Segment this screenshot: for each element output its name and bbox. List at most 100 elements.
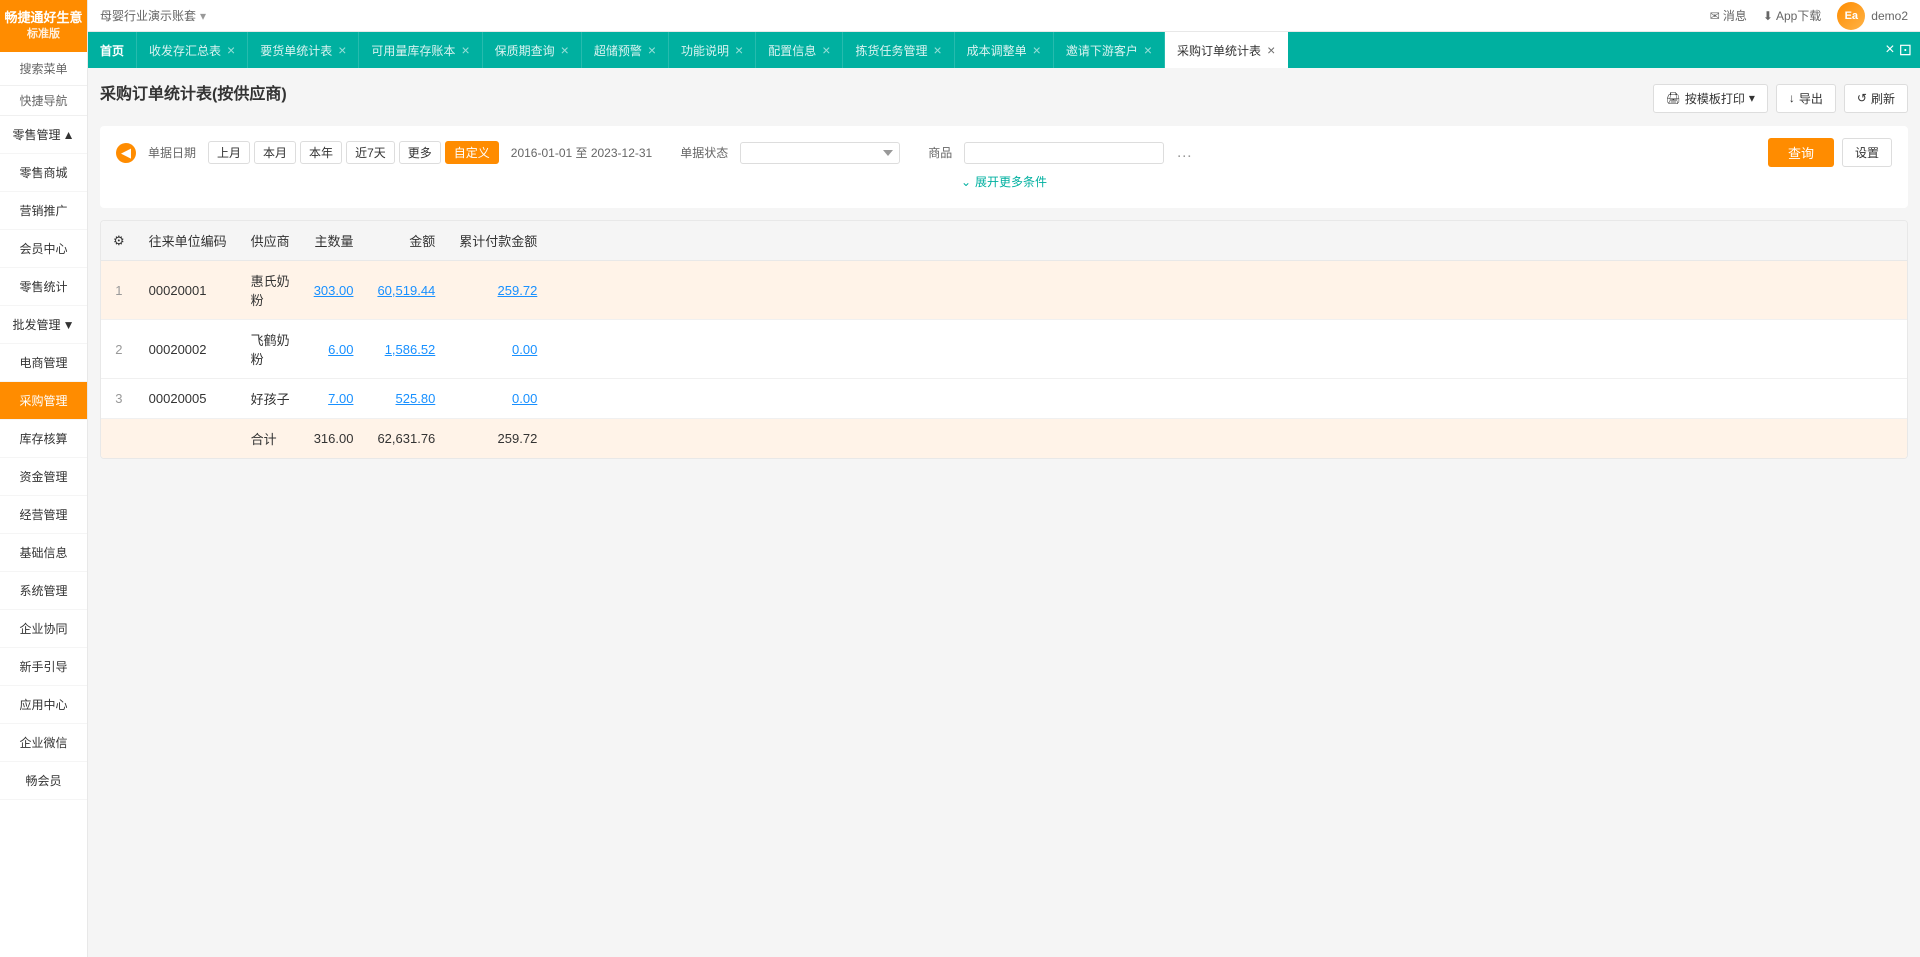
row-code: 00020002 [137, 320, 239, 379]
tab-pick-task[interactable]: 拣货任务管理 × [843, 32, 954, 68]
row-supplier: 惠氏奶粉 [239, 261, 302, 320]
col-supplier-header: 供应商 [239, 221, 302, 261]
top-bar-right: ✉ 消息 ⬇ App下载 Ea demo2 [1710, 2, 1908, 30]
main-area: 母婴行业演示账套 ▾ ✉ 消息 ⬇ App下载 Ea demo2 首页 收发存汇… [88, 0, 1920, 957]
tab-close-overstock[interactable]: × [648, 42, 656, 58]
tab-close-invite[interactable]: × [1144, 42, 1152, 58]
user-profile[interactable]: Ea demo2 [1837, 2, 1908, 30]
footer-empty2 [137, 419, 239, 459]
goods-more-btn[interactable]: … [1176, 144, 1192, 162]
refresh-button[interactable]: ↺ 刷新 [1844, 84, 1908, 113]
tab-invite-downstream[interactable]: 邀请下游客户 × [1054, 32, 1165, 68]
status-select[interactable] [740, 142, 900, 164]
date-btn-this-month[interactable]: 本月 [254, 141, 296, 164]
sidebar-item-collab[interactable]: 企业协同 [0, 610, 87, 648]
sidebar-item-quick-nav[interactable]: 快捷导航 [0, 86, 87, 116]
tab-config[interactable]: 配置信息 × [756, 32, 843, 68]
sidebar-item-guide[interactable]: 新手引导 [0, 648, 87, 686]
tab-purchase-order-stats[interactable]: 采购订单统计表 × [1165, 32, 1288, 68]
row-qty[interactable]: 7.00 [302, 379, 366, 419]
row-paid[interactable]: 0.00 [447, 379, 549, 419]
sidebar-item-app[interactable]: 应用中心 [0, 686, 87, 724]
tab-close-collection[interactable]: × [227, 42, 235, 58]
row-amount[interactable]: 1,586.52 [365, 320, 447, 379]
row-qty[interactable]: 303.00 [302, 261, 366, 320]
row-qty[interactable]: 6.00 [302, 320, 366, 379]
app-download-btn[interactable]: ⬇ App下载 [1763, 7, 1821, 24]
row-num: 3 [101, 379, 137, 419]
row-paid[interactable]: 0.00 [447, 320, 549, 379]
download-icon: ⬇ [1763, 9, 1773, 23]
table-footer-row: 合计 316.00 62,631.76 259.72 [101, 419, 1907, 459]
sidebar-item-member[interactable]: 会员中心 [0, 230, 87, 268]
tab-close-all-btn[interactable]: × [1885, 41, 1894, 59]
table-settings-icon[interactable]: ⚙ [113, 233, 125, 248]
app-name: 畅捷通好生意 [4, 10, 82, 27]
tab-close-quality[interactable]: × [561, 42, 569, 58]
sidebar-item-finance[interactable]: 资金管理 [0, 458, 87, 496]
sidebar-item-retail[interactable]: 零售管理 ▲ [0, 116, 87, 154]
date-btn-more[interactable]: 更多 [399, 141, 441, 164]
row-extra [549, 261, 1907, 320]
sidebar-item-operation[interactable]: 经营管理 [0, 496, 87, 534]
sidebar-item-inventory[interactable]: 库存核算 [0, 420, 87, 458]
sidebar-item-vip[interactable]: 畅会员 [0, 762, 87, 800]
date-btn-custom[interactable]: 自定义 [445, 141, 499, 164]
date-quick-btns: 上月 本月 本年 近7天 更多 自定义 [208, 141, 499, 164]
workspace-selector[interactable]: 母婴行业演示账套 ▾ [100, 7, 206, 24]
sidebar-item-search[interactable]: 搜索菜单 [0, 52, 87, 86]
col-qty-header: 主数量 [302, 221, 366, 261]
sidebar-item-ecommerce[interactable]: 电商管理 [0, 344, 87, 382]
sidebar-item-basic[interactable]: 基础信息 [0, 534, 87, 572]
date-btn-7days[interactable]: 近7天 [346, 141, 395, 164]
sidebar-item-wholesale[interactable]: 批发管理 ▼ [0, 306, 87, 344]
tab-cost-adjust[interactable]: 成本调整单 × [955, 32, 1054, 68]
status-filter-label: 单据状态 [680, 144, 728, 161]
message-btn[interactable]: ✉ 消息 [1710, 7, 1747, 24]
table-header-row: ⚙ 往来单位编码 供应商 主数量 金额 [101, 221, 1907, 261]
tab-close-config[interactable]: × [822, 42, 830, 58]
query-button[interactable]: 查询 [1768, 138, 1834, 167]
sidebar-item-retail-stats[interactable]: 零售统计 [0, 268, 87, 306]
settings-button[interactable]: 设置 [1842, 138, 1892, 167]
tab-close-pick[interactable]: × [933, 42, 941, 58]
sidebar-item-purchase[interactable]: 采购管理 [0, 382, 87, 420]
tab-collection-summary[interactable]: 收发存汇总表 × [137, 32, 248, 68]
sidebar-item-system[interactable]: 系统管理 [0, 572, 87, 610]
export-button[interactable]: ↓ 导出 [1776, 84, 1836, 113]
col-amount-header: 金额 [365, 221, 447, 261]
template-print-button[interactable]: 🖨 按模板打印 ▾ [1653, 84, 1768, 113]
tab-close-function[interactable]: × [735, 42, 743, 58]
tab-function-desc[interactable]: 功能说明 × [669, 32, 756, 68]
top-bar-left: 母婴行业演示账套 ▾ [100, 7, 206, 24]
tab-quality-query[interactable]: 保质期查询 × [483, 32, 582, 68]
tab-overstock-warning[interactable]: 超储预警 × [582, 32, 669, 68]
tab-bar-end: × ⊡ [1877, 40, 1920, 60]
page-title: 采购订单统计表(按供应商) [100, 80, 287, 104]
tab-expand-btn[interactable]: ⊡ [1899, 40, 1912, 60]
tab-close-cost[interactable]: × [1033, 42, 1041, 58]
sidebar-item-wechat[interactable]: 企业微信 [0, 724, 87, 762]
export-icon: ↓ [1789, 91, 1795, 105]
date-btn-this-year[interactable]: 本年 [300, 141, 342, 164]
sidebar-item-marketing[interactable]: 营销推广 [0, 192, 87, 230]
goods-input[interactable] [964, 142, 1164, 164]
table-row: 3 00020005 好孩子 7.00 525.80 0.00 [101, 379, 1907, 419]
template-chevron: ▾ [1749, 91, 1755, 105]
row-amount[interactable]: 60,519.44 [365, 261, 447, 320]
col-code-header: 往来单位编码 [137, 221, 239, 261]
tab-close-purchase[interactable]: × [1267, 42, 1275, 58]
tab-order-stats[interactable]: 要货单统计表 × [248, 32, 359, 68]
row-paid[interactable]: 259.72 [447, 261, 549, 320]
print-icon: 🖨 [1666, 91, 1681, 105]
tab-inventory-book[interactable]: 可用量库存账本 × [359, 32, 482, 68]
goods-filter-label: 商品 [928, 144, 952, 161]
filter-collapse-btn[interactable]: ◀ [116, 143, 136, 163]
expand-conditions-btn[interactable]: ⌄ 展开更多条件 [961, 173, 1047, 190]
tab-close-order[interactable]: × [338, 42, 346, 58]
tab-close-inventory[interactable]: × [461, 42, 469, 58]
tab-home[interactable]: 首页 [88, 32, 137, 68]
date-btn-last-month[interactable]: 上月 [208, 141, 250, 164]
sidebar-item-retail-shop[interactable]: 零售商城 [0, 154, 87, 192]
row-amount[interactable]: 525.80 [365, 379, 447, 419]
